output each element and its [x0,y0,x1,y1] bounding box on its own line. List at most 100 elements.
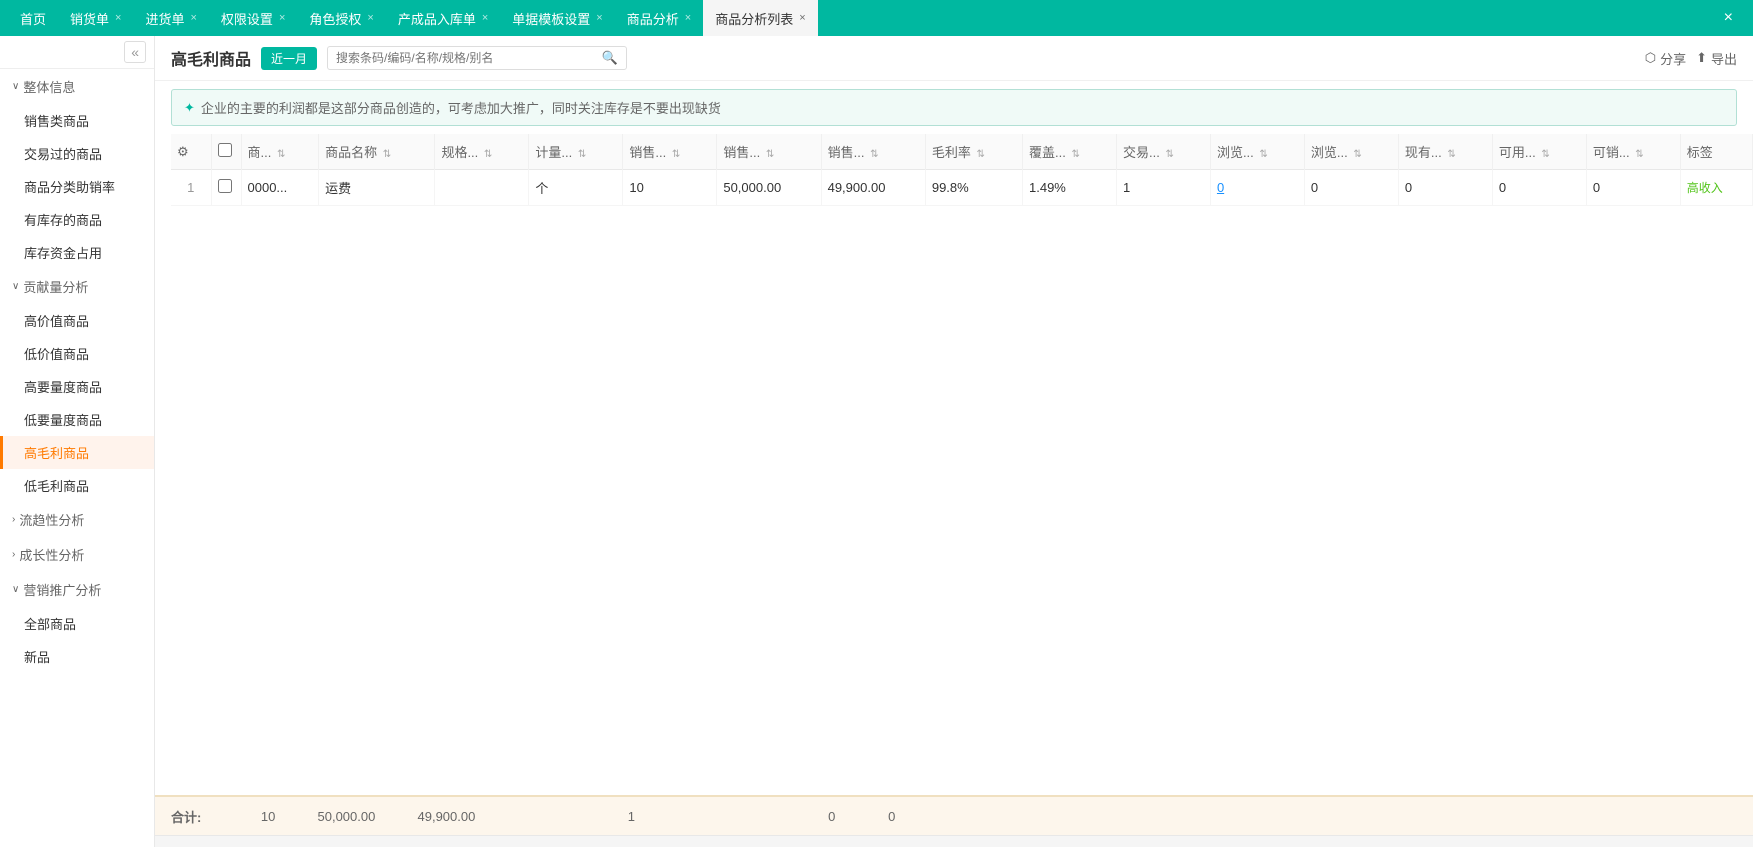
select-all-checkbox[interactable] [218,143,232,157]
nav-role-auth[interactable]: 角色授权 × [297,0,385,36]
close-icon[interactable]: × [115,12,121,24]
nav-purchase-order[interactable]: 进货单 × [133,0,208,36]
close-icon[interactable]: × [596,12,602,24]
sidebar-item-low-margin[interactable]: 低毛利商品 [0,469,154,502]
th-spec[interactable]: 规格... ⇅ [435,134,529,170]
th-code[interactable]: 商... ⇅ [241,134,319,170]
share-button[interactable]: ⬡ 分享 [1645,49,1686,68]
sidebar-item-category-assist[interactable]: 商品分类助销率 [0,170,154,203]
th-saleable[interactable]: 可销... ⇅ [1586,134,1680,170]
sidebar-item-new-goods[interactable]: 新品 [0,640,154,673]
sidebar-group-contribution[interactable]: ∨ 贡献量分析 [0,269,154,304]
th-sale-net[interactable]: 销售... ⇅ [821,134,925,170]
share-icon: ⬡ [1645,50,1656,66]
th-coverage[interactable]: 覆盖... ⇅ [1023,134,1117,170]
row-index: 1 [171,170,211,206]
sort-icon[interactable]: ⇅ [672,149,680,160]
sort-icon[interactable]: ⇅ [1541,149,1549,160]
sidebar-item-stocked-goods[interactable]: 有库存的商品 [0,203,154,236]
close-icon[interactable]: × [799,12,805,24]
row-code: 0000... [241,170,319,206]
sidebar-item-all-goods[interactable]: 全部商品 [0,607,154,640]
th-stock[interactable]: 现有... ⇅ [1398,134,1492,170]
close-icon[interactable]: × [367,12,373,24]
th-name[interactable]: 商品名称 ⇅ [319,134,435,170]
content-area: 高毛利商品 近一月 🔍 ⬡ 分享 ⬆ 导出 ✦ 企业的主要的利润都是这部分商品创… [155,36,1753,847]
sort-icon[interactable]: ⇅ [1353,149,1361,160]
th-available[interactable]: 可用... ⇅ [1492,134,1586,170]
row-coverage: 1.49% [1023,170,1117,206]
sidebar-item-high-margin[interactable]: 高毛利商品 [0,436,154,469]
row-spec [435,170,529,206]
row-checkbox[interactable] [218,179,232,193]
close-icon[interactable]: × [279,12,285,24]
total-available: 0 [841,809,901,824]
close-icon[interactable]: × [482,12,488,24]
nav-sales-order[interactable]: 销货单 × [58,0,133,36]
nav-product-inbound[interactable]: 产成品入库单 × [386,0,500,36]
period-button[interactable]: 近一月 [261,47,317,70]
sort-icon[interactable]: ⇅ [766,149,774,160]
sidebar-group-overall[interactable]: ∨ 整体信息 [0,69,154,104]
total-cells: 10 50,000.00 49,900.00 1 0 0 [221,809,901,824]
th-browse1[interactable]: 浏览... ⇅ [1210,134,1304,170]
sidebar-item-low-demand[interactable]: 低要量度商品 [0,403,154,436]
sidebar: « ∨ 整体信息 销售类商品 交易过的商品 商品分类助销率 有库存的商品 库存资… [0,36,155,847]
sort-icon[interactable]: ⇅ [578,149,586,160]
total-label: 合计: [171,807,201,826]
table-container[interactable]: ⚙ 商... ⇅ 商品名称 ⇅ [155,134,1753,795]
sort-icon[interactable]: ⇅ [976,149,984,160]
sidebar-collapse-button[interactable]: « [124,41,146,63]
horizontal-scrollbar[interactable] [155,835,1753,847]
main-layout: « ∨ 整体信息 销售类商品 交易过的商品 商品分类助销率 有库存的商品 库存资… [0,36,1753,847]
sidebar-item-stock-capital[interactable]: 库存资金占用 [0,236,154,269]
th-sale-qty[interactable]: 销售... ⇅ [623,134,717,170]
nav-product-analysis[interactable]: 商品分析 × [615,0,703,36]
th-sale-amt[interactable]: 销售... ⇅ [717,134,821,170]
sort-icon[interactable]: ⇅ [1165,149,1173,160]
search-icon[interactable]: 🔍 [602,50,618,66]
search-input[interactable] [336,51,602,65]
sort-icon[interactable]: ⇅ [1635,149,1643,160]
row-browse1[interactable]: 0 [1210,170,1304,206]
th-tag: 标签 [1680,134,1752,170]
sidebar-group-trend[interactable]: › 流趋性分析 [0,502,154,537]
top-nav: 首页 销货单 × 进货单 × 权限设置 × 角色授权 × 产成品入库单 × 单据… [0,0,1753,36]
close-icon[interactable]: × [685,12,691,24]
th-browse2[interactable]: 浏览... ⇅ [1304,134,1398,170]
th-gross-rate[interactable]: 毛利率 ⇅ [925,134,1022,170]
nav-product-analysis-list[interactable]: 商品分析列表 × [703,0,817,36]
chevron-down-icon: ∨ [12,81,19,92]
sort-icon[interactable]: ⇅ [870,149,878,160]
close-icon[interactable]: × [190,12,196,24]
nav-home[interactable]: 首页 [8,0,58,36]
sort-icon[interactable]: ⇅ [1071,149,1079,160]
row-unit: 个 [529,170,623,206]
sidebar-item-low-value[interactable]: 低价值商品 [0,337,154,370]
th-trade[interactable]: 交易... ⇅ [1116,134,1210,170]
total-spacer1 [481,809,601,824]
row-name: 运费 [319,170,435,206]
sort-icon[interactable]: ⇅ [277,149,285,160]
gear-icon[interactable]: ⚙ [177,144,189,159]
th-unit[interactable]: 计量... ⇅ [529,134,623,170]
th-checkbox [211,134,241,170]
info-icon: ✦ [184,100,195,116]
sidebar-item-high-demand[interactable]: 高要量度商品 [0,370,154,403]
content-header: 高毛利商品 近一月 🔍 ⬡ 分享 ⬆ 导出 [155,36,1753,81]
sort-icon[interactable]: ⇅ [1259,149,1267,160]
th-gear[interactable]: ⚙ [171,134,211,170]
sort-icon[interactable]: ⇅ [383,149,391,160]
nav-permission-settings[interactable]: 权限设置 × [209,0,297,36]
sidebar-group-marketing[interactable]: ∨ 营销推广分析 [0,572,154,607]
export-button[interactable]: ⬆ 导出 [1696,49,1737,68]
sort-icon[interactable]: ⇅ [484,149,492,160]
sort-icon[interactable]: ⇅ [1447,149,1455,160]
nav-template-settings[interactable]: 单据模板设置 × [500,0,614,36]
sidebar-group-growth[interactable]: › 成长性分析 [0,537,154,572]
window-close-button[interactable]: × [1712,9,1745,27]
sidebar-item-high-value[interactable]: 高价值商品 [0,304,154,337]
sidebar-item-sales-goods[interactable]: 销售类商品 [0,104,154,137]
total-sale-net: 49,900.00 [381,809,481,824]
sidebar-item-traded-goods[interactable]: 交易过的商品 [0,137,154,170]
